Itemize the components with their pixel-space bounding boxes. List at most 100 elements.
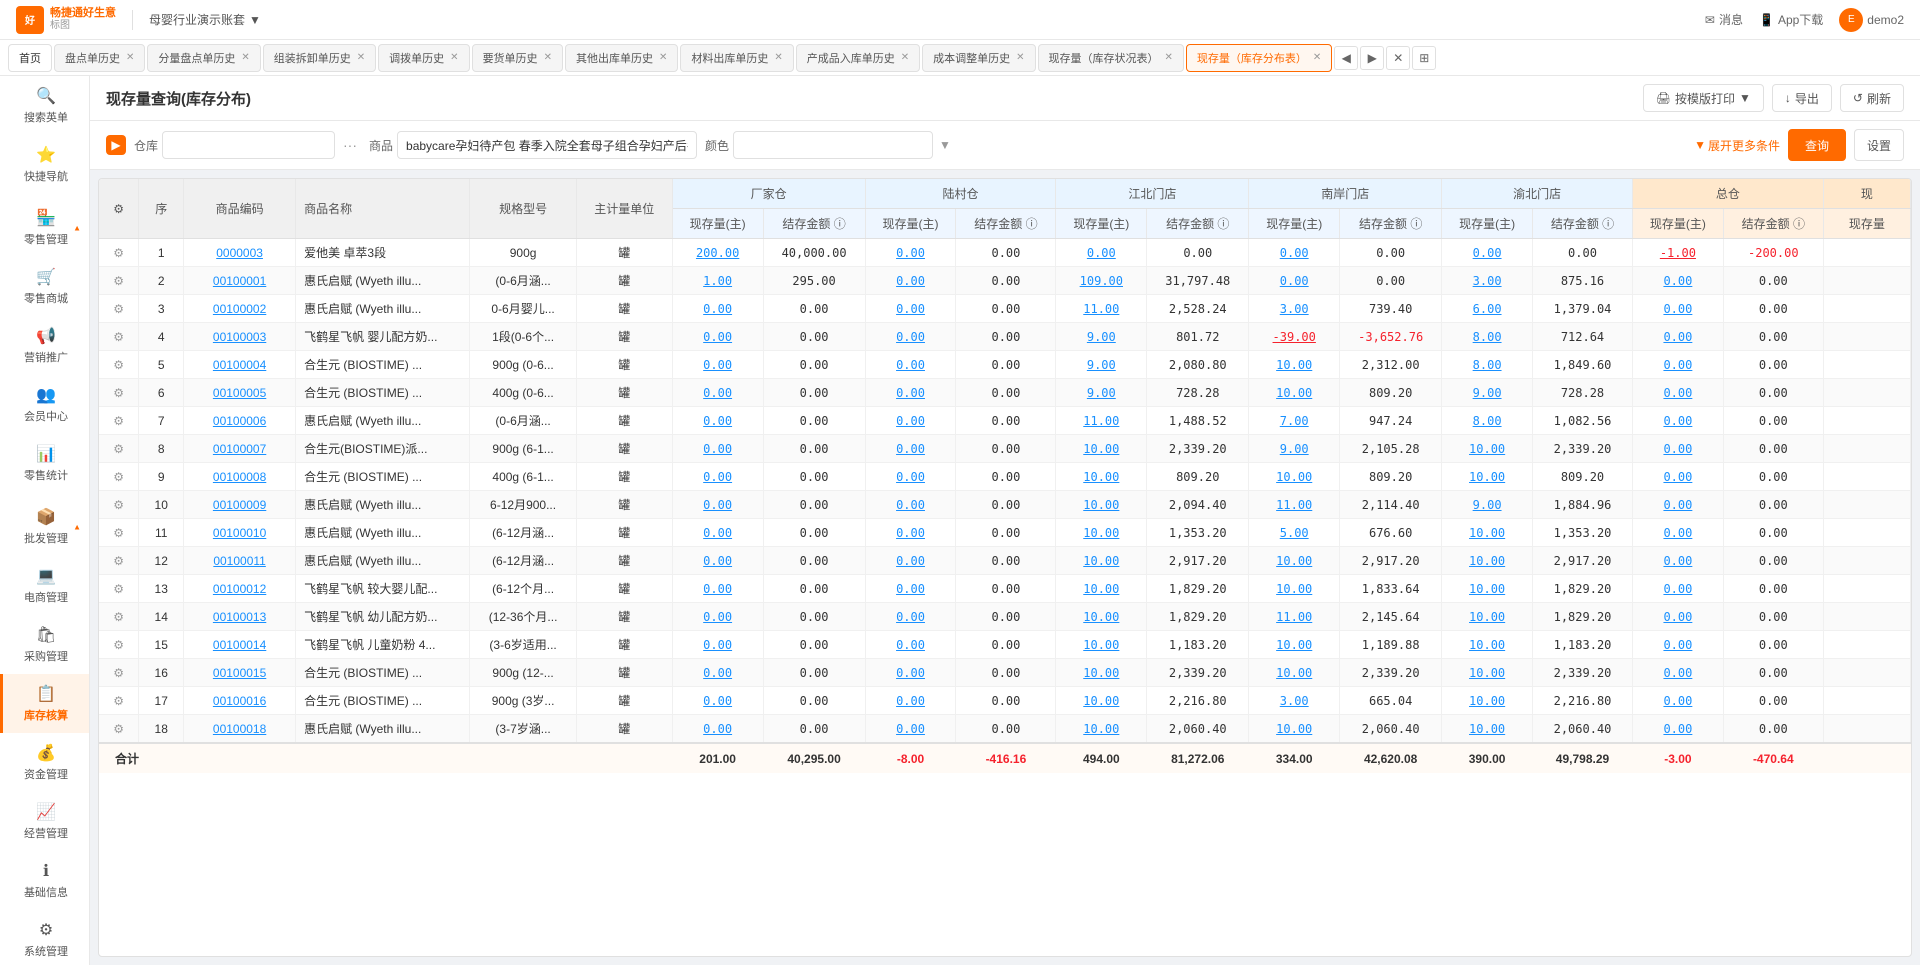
row-code[interactable]: 00100010: [184, 519, 296, 547]
refresh-btn[interactable]: ↺ 刷新: [1840, 84, 1904, 112]
message-btn[interactable]: ✉ 消息: [1705, 11, 1743, 28]
search-btn[interactable]: 查询: [1788, 129, 1846, 161]
row-code[interactable]: 00100018: [184, 715, 296, 744]
row-name: 惠氏启赋 (Wyeth illu...: [296, 547, 470, 575]
row-factory-amt: 0.00: [763, 295, 865, 323]
close-icon[interactable]: ✕: [126, 52, 134, 63]
tab-requisition[interactable]: 要货单历史 ✕: [472, 44, 563, 72]
tab-transfer[interactable]: 调拨单历史 ✕: [378, 44, 469, 72]
row-na-qty: 10.00: [1249, 463, 1340, 491]
footer-na-amt: 42,620.08: [1340, 743, 1442, 773]
row-code[interactable]: 0000003: [184, 239, 296, 267]
row-code[interactable]: 00100009: [184, 491, 296, 519]
row-code[interactable]: 00100002: [184, 295, 296, 323]
row-gear: ⚙: [99, 715, 139, 744]
tab-partial-inventory[interactable]: 分量盘点单历史 ✕: [147, 44, 260, 72]
row-spec: (6-12个月...: [470, 575, 577, 603]
table-row: ⚙ 10 00100009 惠氏启赋 (Wyeth illu... 6-12月9…: [99, 491, 1911, 519]
finance-icon: 💰: [36, 743, 56, 763]
row-code[interactable]: 00100001: [184, 267, 296, 295]
row-code[interactable]: 00100005: [184, 379, 296, 407]
close-icon[interactable]: ✕: [659, 52, 667, 63]
row-gear: ⚙: [99, 295, 139, 323]
tab-cost-adjust[interactable]: 成本调整单历史 ✕: [922, 44, 1035, 72]
sidebar-item-mall[interactable]: 🛒 零售商城: [0, 257, 89, 316]
row-gear: ⚙: [99, 267, 139, 295]
sidebar-item-marketing[interactable]: 📢 营销推广: [0, 316, 89, 375]
close-icon[interactable]: ✕: [1016, 52, 1024, 63]
tab-next-btn[interactable]: ▶: [1360, 46, 1384, 70]
sidebar-item-system[interactable]: ⚙ 系统管理: [0, 910, 89, 965]
tab-inventory-history[interactable]: 盘点单历史 ✕: [54, 44, 145, 72]
tab-stock-distribution[interactable]: 现存量（库存分布表） ✕: [1186, 44, 1332, 72]
row-factory-amt: 0.00: [763, 715, 865, 744]
row-total-qty: 0.00: [1632, 435, 1723, 463]
sidebar-item-purchase[interactable]: 🛍 采购管理: [0, 615, 89, 674]
row-factory-amt: 40,000.00: [763, 239, 865, 267]
sidebar-item-nav[interactable]: ⭐ 快捷导航: [0, 135, 89, 194]
row-total-qty: 0.00: [1632, 407, 1723, 435]
member-icon: 👥: [36, 385, 56, 405]
close-icon[interactable]: ✕: [357, 52, 365, 63]
row-code[interactable]: 00100012: [184, 575, 296, 603]
expand-more-btn[interactable]: ▼ 展开更多条件: [1694, 137, 1780, 154]
sidebar-item-retail[interactable]: 🏪 零售管理: [0, 198, 89, 257]
close-icon[interactable]: ✕: [774, 52, 782, 63]
row-factory-amt: 0.00: [763, 575, 865, 603]
row-code[interactable]: 00100007: [184, 435, 296, 463]
close-icon[interactable]: ✕: [1313, 52, 1321, 63]
content-area: 现存量查询(库存分布) 🖨 按模版打印 ▼ ↓ 导出 ↺ 刷新: [90, 76, 1920, 965]
sidebar-item-inventory[interactable]: 📋 库存核算: [0, 674, 89, 733]
tab-prev-btn[interactable]: ◀: [1334, 46, 1358, 70]
row-code[interactable]: 00100008: [184, 463, 296, 491]
row-code[interactable]: 00100013: [184, 603, 296, 631]
row-code[interactable]: 00100006: [184, 407, 296, 435]
yb-qty-header: 现存量(主): [1442, 209, 1533, 239]
sidebar-item-retail-stat[interactable]: 📊 零售统计: [0, 434, 89, 493]
close-icon[interactable]: ✕: [544, 52, 552, 63]
table-row: ⚙ 15 00100014 飞鹤星飞帆 儿童奶粉 4... (3-6岁适用...…: [99, 631, 1911, 659]
row-yb-qty: 10.00: [1442, 575, 1533, 603]
tab-material-out[interactable]: 材料出库单历史 ✕: [680, 44, 793, 72]
tab-production-in[interactable]: 产成品入库单历史 ✕: [796, 44, 920, 72]
goods-input[interactable]: [397, 131, 697, 159]
filter-toggle-btn[interactable]: ▶: [106, 135, 126, 155]
sidebar-item-wholesale[interactable]: 📦 批发管理: [0, 497, 89, 556]
row-na-qty: -39.00: [1249, 323, 1340, 351]
row-code[interactable]: 00100004: [184, 351, 296, 379]
industry-selector[interactable]: 母婴行业演示账套 ▼: [149, 11, 261, 28]
row-code[interactable]: 00100003: [184, 323, 296, 351]
settings-btn[interactable]: 设置: [1854, 129, 1904, 161]
app-download-btn[interactable]: 📱 App下载: [1759, 11, 1823, 28]
row-gear: ⚙: [99, 323, 139, 351]
print-btn[interactable]: 🖨 按模版打印 ▼: [1643, 84, 1764, 112]
user-area[interactable]: E demo2: [1839, 8, 1904, 32]
row-total-amt: 0.00: [1723, 267, 1823, 295]
close-icon[interactable]: ✕: [901, 52, 909, 63]
sidebar-item-member[interactable]: 👥 会员中心: [0, 375, 89, 434]
tab-home[interactable]: 首页: [8, 44, 52, 72]
close-icon[interactable]: ✕: [241, 52, 249, 63]
color-input[interactable]: [733, 131, 933, 159]
tab-assembly[interactable]: 组装拆卸单历史 ✕: [263, 44, 376, 72]
sidebar-item-finance[interactable]: 💰 资金管理: [0, 733, 89, 792]
row-code[interactable]: 00100015: [184, 659, 296, 687]
row-yb-amt: 1,884.96: [1533, 491, 1633, 519]
sidebar-item-operations[interactable]: 📈 经营管理: [0, 792, 89, 851]
close-icon[interactable]: ✕: [450, 52, 458, 63]
row-code[interactable]: 00100014: [184, 631, 296, 659]
tab-stock-status[interactable]: 现存量（库存状况表） ✕: [1038, 44, 1184, 72]
row-code[interactable]: 00100016: [184, 687, 296, 715]
sidebar-item-search[interactable]: 🔍 搜索英单: [0, 76, 89, 135]
close-icon[interactable]: ✕: [1165, 52, 1173, 63]
sidebar-item-basics[interactable]: ℹ 基础信息: [0, 851, 89, 910]
row-no: 5: [139, 351, 184, 379]
sidebar-item-ecommerce[interactable]: 💻 电商管理: [0, 556, 89, 615]
warehouse-input[interactable]: [162, 131, 335, 159]
row-unit: 罐: [576, 323, 672, 351]
tab-other-out[interactable]: 其他出库单历史 ✕: [565, 44, 678, 72]
row-code[interactable]: 00100011: [184, 547, 296, 575]
tab-expand-btn[interactable]: ⊞: [1412, 46, 1436, 70]
tab-close-all-btn[interactable]: ✕: [1386, 46, 1410, 70]
export-btn[interactable]: ↓ 导出: [1772, 84, 1832, 112]
